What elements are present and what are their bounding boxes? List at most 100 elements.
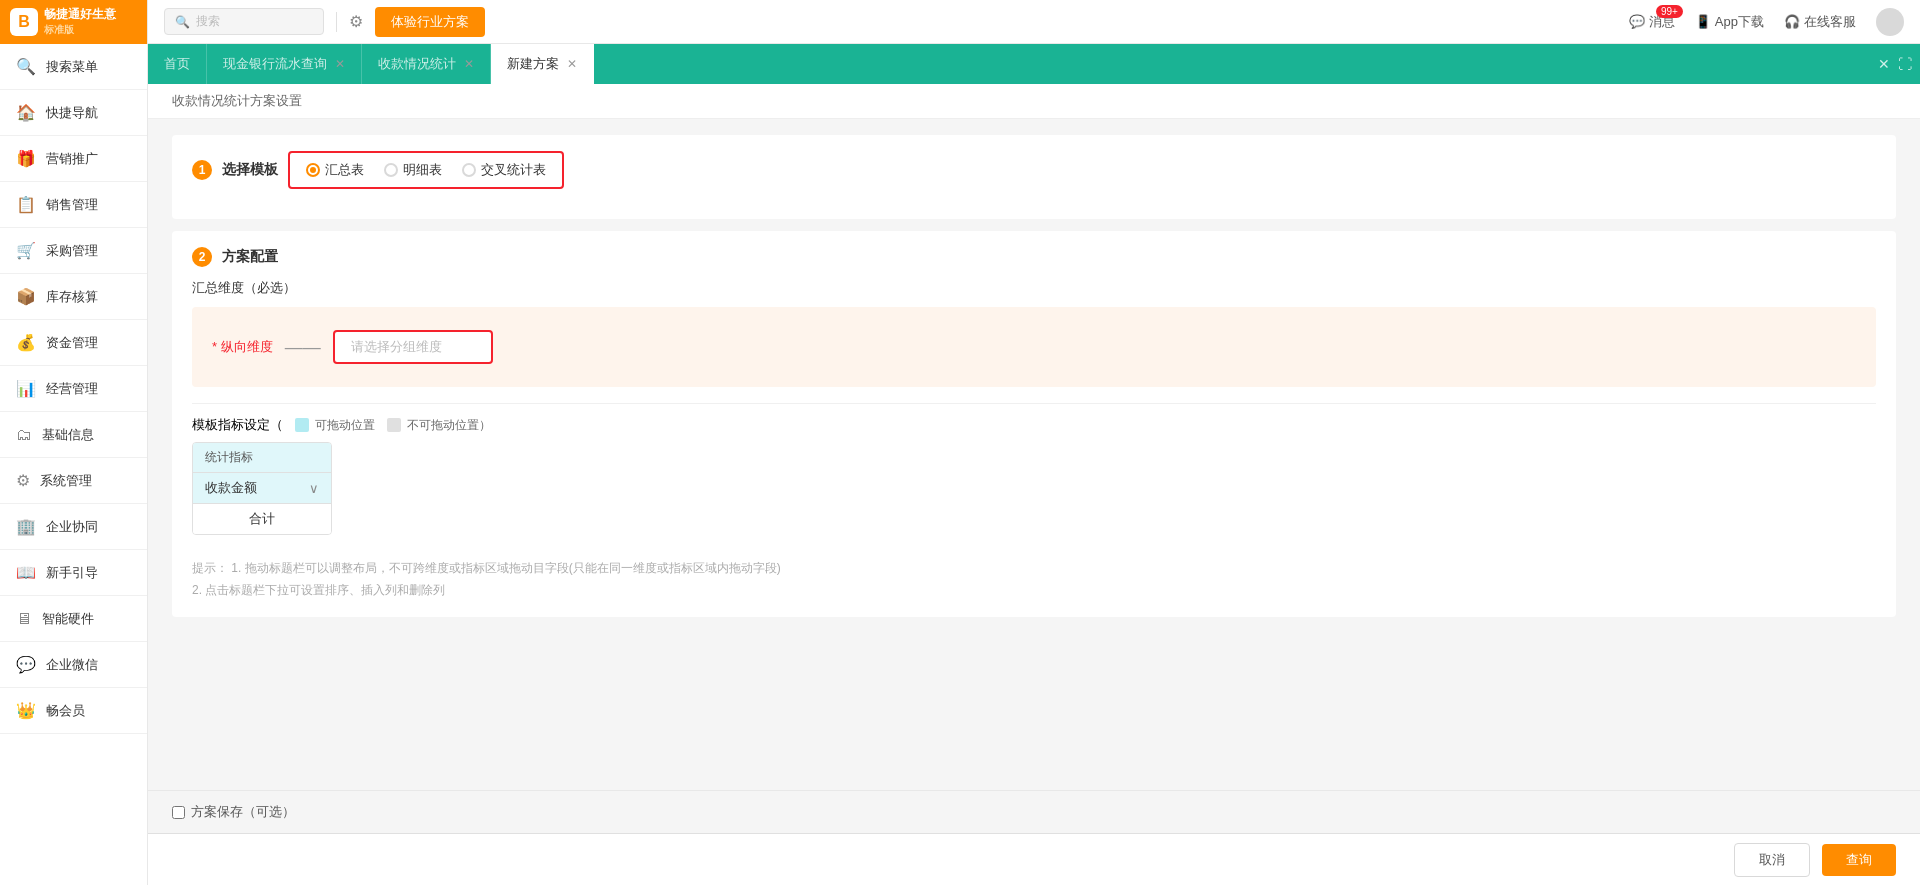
cancel-button[interactable]: 取消: [1734, 843, 1810, 877]
sidebar-item-inventory[interactable]: 📦 库存核算: [0, 274, 147, 320]
folder-icon: 🗂: [16, 426, 32, 444]
industry-plan-button[interactable]: 体验行业方案: [375, 7, 485, 37]
tab-receipt-stats[interactable]: 收款情况统计 ✕: [362, 44, 491, 84]
query-button[interactable]: 查询: [1822, 844, 1896, 876]
logo-icon: B: [10, 8, 38, 36]
customer-service-button[interactable]: 🎧 在线客服: [1784, 13, 1856, 31]
sidebar-item-system[interactable]: ⚙ 系统管理: [0, 458, 147, 504]
tab-bank-flow-close-icon[interactable]: ✕: [335, 57, 345, 71]
dimension-subsection-title: 汇总维度（必选）: [192, 279, 1876, 297]
step2-title-text: 方案配置: [222, 248, 278, 266]
dimension-row: * 纵向维度 —— 请选择分组维度: [212, 330, 493, 364]
step1-title-text: 选择模板: [222, 161, 278, 179]
indicators-header: 模板指标设定（ 可拖动位置 不可拖动位置）: [192, 416, 1876, 434]
template-radio-group: 汇总表 明细表 交叉统计表: [288, 151, 564, 189]
user-avatar[interactable]: [1876, 8, 1904, 36]
tab-new-plan-close-icon[interactable]: ✕: [567, 57, 577, 71]
sidebar-item-operations[interactable]: 📊 经营管理: [0, 366, 147, 412]
sidebar-item-label: 库存核算: [46, 288, 98, 306]
search-box[interactable]: 🔍 搜索: [164, 8, 324, 35]
sidebar-item-label: 企业协同: [46, 518, 98, 536]
crown-icon: 👑: [16, 701, 36, 720]
sidebar-item-sales[interactable]: 📋 销售管理: [0, 182, 147, 228]
indicator-cell-name: 收款金额: [205, 479, 257, 497]
sidebar-logo: B 畅捷通好生意 标准版: [0, 0, 147, 44]
save-plan-checkbox-row: 方案保存（可选）: [172, 803, 1896, 821]
radio-detail-label: 明细表: [403, 161, 442, 179]
radio-detail-circle: [384, 163, 398, 177]
monitor-icon: 🖥: [16, 610, 32, 628]
radio-cross-circle: [462, 163, 476, 177]
page-header: 收款情况统计方案设置: [148, 84, 1920, 119]
sidebar-item-label: 系统管理: [40, 472, 92, 490]
indicator-cell-dropdown-icon[interactable]: ∨: [309, 481, 319, 496]
sidebar-item-label: 销售管理: [46, 196, 98, 214]
gear-icon: ⚙: [16, 471, 30, 490]
main-area: 🔍 搜索 ⚙ 体验行业方案 💬 消息 99+ 📱 App下载 🎧 在线客服: [148, 0, 1920, 885]
sidebar-item-smart-hw[interactable]: 🖥 智能硬件: [0, 596, 147, 642]
tip-text-1: 提示： 1. 拖动标题栏可以调整布局，不可跨维度或指标区域拖动目字段(只能在同一…: [192, 558, 1876, 580]
building-icon: 🏢: [16, 517, 36, 536]
tabbar: 首页 现金银行流水查询 ✕ 收款情况统计 ✕ 新建方案 ✕ ✕ ⛶: [148, 44, 1920, 84]
tab-close-all-icon[interactable]: ✕: [1878, 56, 1890, 72]
sidebar-item-guide[interactable]: 📖 新手引导: [0, 550, 147, 596]
money-icon: 💰: [16, 333, 36, 352]
step1-badge: 1: [192, 160, 212, 180]
dimension-select[interactable]: 请选择分组维度: [333, 330, 493, 364]
tab-new-plan[interactable]: 新建方案 ✕: [491, 44, 594, 84]
sidebar-item-label: 资金管理: [46, 334, 98, 352]
sidebar-item-label: 采购管理: [46, 242, 98, 260]
save-plan-checkbox[interactable]: [172, 806, 185, 819]
sidebar-item-label: 企业微信: [46, 656, 98, 674]
tab-expand-icon[interactable]: ⛶: [1898, 56, 1912, 72]
sidebar-item-label: 新手引导: [46, 564, 98, 582]
tab-bank-flow[interactable]: 现金银行流水查询 ✕: [207, 44, 362, 84]
radio-summary[interactable]: 汇总表: [306, 161, 364, 179]
topbar: 🔍 搜索 ⚙ 体验行业方案 💬 消息 99+ 📱 App下载 🎧 在线客服: [148, 0, 1920, 44]
home-icon: 🏠: [16, 103, 36, 122]
book-icon: 📖: [16, 563, 36, 582]
indicator-cell-receipt[interactable]: 收款金额 ∨: [193, 473, 331, 504]
sidebar-item-member[interactable]: 👑 畅会员: [0, 688, 147, 734]
sidebar-item-quick-nav[interactable]: 🏠 快捷导航: [0, 90, 147, 136]
legend-fixed: 不可拖动位置）: [387, 417, 491, 434]
app-download-label: App下载: [1715, 13, 1764, 31]
sidebar-item-basic-info[interactable]: 🗂 基础信息: [0, 412, 147, 458]
sidebar-item-label: 智能硬件: [42, 610, 94, 628]
step1-section: 1 选择模板 汇总表 明细表 交叉统计表: [172, 135, 1896, 219]
sidebar-item-enterprise[interactable]: 🏢 企业协同: [0, 504, 147, 550]
sidebar-item-wechat[interactable]: 💬 企业微信: [0, 642, 147, 688]
radio-detail[interactable]: 明细表: [384, 161, 442, 179]
page-header-text: 收款情况统计方案设置: [172, 93, 302, 108]
page-body: 1 选择模板 汇总表 明细表 交叉统计表: [148, 119, 1920, 790]
legend-draggable-label: 可拖动位置: [315, 417, 375, 434]
sidebar-item-marketing[interactable]: 🎁 营销推广: [0, 136, 147, 182]
step2-badge: 2: [192, 247, 212, 267]
chat-icon: 💬: [16, 655, 36, 674]
message-button[interactable]: 💬 消息 99+: [1629, 13, 1675, 31]
tab-home-label: 首页: [164, 55, 190, 73]
box-icon: 📦: [16, 287, 36, 306]
sidebar-item-purchase[interactable]: 🛒 采购管理: [0, 228, 147, 274]
settings-icon[interactable]: ⚙: [349, 12, 363, 31]
tab-bank-flow-label: 现金银行流水查询: [223, 55, 327, 73]
search-menu-icon: 🔍: [16, 57, 36, 76]
sidebar-item-label: 搜索菜单: [46, 58, 98, 76]
step1-title-row: 1 选择模板 汇总表 明细表 交叉统计表: [192, 151, 1876, 189]
legend-fixed-box: [387, 418, 401, 432]
topbar-right: 💬 消息 99+ 📱 App下载 🎧 在线客服: [1629, 8, 1904, 36]
search-icon: 🔍: [175, 15, 190, 29]
tab-receipt-stats-close-icon[interactable]: ✕: [464, 57, 474, 71]
radio-cross-label: 交叉统计表: [481, 161, 546, 179]
clipboard-icon: 📋: [16, 195, 36, 214]
legend-draggable-box: [295, 418, 309, 432]
legend-fixed-label: 不可拖动位置）: [407, 417, 491, 434]
sidebar-item-search-menu[interactable]: 🔍 搜索菜单: [0, 44, 147, 90]
sidebar-item-capital[interactable]: 💰 资金管理: [0, 320, 147, 366]
tab-home[interactable]: 首页: [148, 44, 207, 84]
app-download-button[interactable]: 📱 App下载: [1695, 13, 1764, 31]
radio-summary-circle: [306, 163, 320, 177]
radio-cross[interactable]: 交叉统计表: [462, 161, 546, 179]
tabbar-controls: ✕ ⛶: [1878, 56, 1920, 72]
logo-version: 标准版: [44, 23, 116, 37]
